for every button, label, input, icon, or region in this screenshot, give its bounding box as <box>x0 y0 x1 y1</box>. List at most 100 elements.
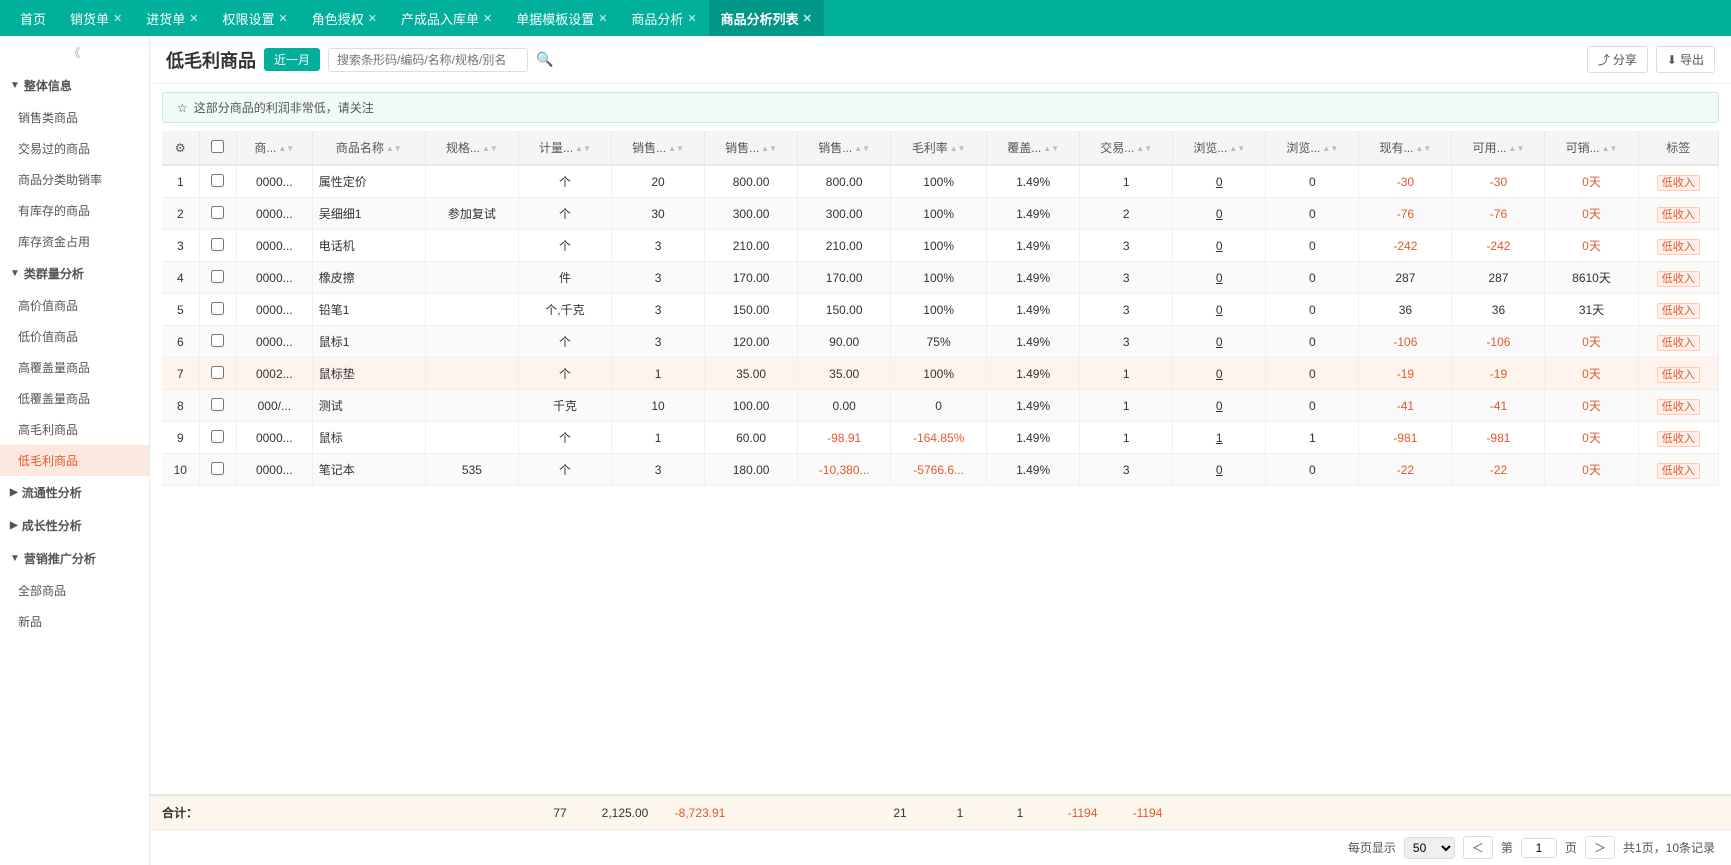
row-checkbox[interactable] <box>211 398 224 411</box>
cell-views1[interactable]: 0 <box>1173 390 1266 422</box>
col-margin[interactable]: 毛利率▲▼ <box>891 131 987 165</box>
cell-checkbox[interactable] <box>199 358 236 390</box>
select-all-checkbox[interactable] <box>211 140 224 153</box>
sidebar-item-all-products[interactable]: 全部商品 <box>0 575 149 606</box>
cell-views1[interactable]: 0 <box>1173 294 1266 326</box>
col-code[interactable]: 商...▲▼ <box>236 131 312 165</box>
cell-checkbox[interactable] <box>199 422 236 454</box>
sidebar-item-new-products[interactable]: 新品 <box>0 606 149 637</box>
cell-name[interactable]: 鼠标垫 <box>312 358 425 390</box>
cell-name[interactable]: 鼠标 <box>312 422 425 454</box>
cell-checkbox[interactable] <box>199 165 236 198</box>
search-button[interactable]: 🔍 <box>536 51 553 68</box>
cell-name[interactable]: 铅笔1 <box>312 294 425 326</box>
sidebar-item-stock-capital[interactable]: 库存资金占用 <box>0 226 149 257</box>
col-coverage[interactable]: 覆盖...▲▼ <box>987 131 1080 165</box>
cell-views1[interactable]: 0 <box>1173 358 1266 390</box>
col-sellable[interactable]: 可销...▲▼ <box>1545 131 1638 165</box>
col-stock[interactable]: 现有...▲▼ <box>1359 131 1452 165</box>
nav-permissions[interactable]: 权限设置 ✕ <box>210 0 299 36</box>
cell-checkbox[interactable] <box>199 262 236 294</box>
nav-product-analysis[interactable]: 商品分析 ✕ <box>619 0 708 36</box>
prev-page-button[interactable]: ＜ <box>1463 836 1493 859</box>
col-available[interactable]: 可用...▲▼ <box>1452 131 1545 165</box>
row-checkbox[interactable] <box>211 174 224 187</box>
cell-views1[interactable]: 0 <box>1173 230 1266 262</box>
sidebar-item-stocked-products[interactable]: 有库存的商品 <box>0 195 149 226</box>
col-checkbox[interactable] <box>199 131 236 165</box>
row-checkbox[interactable] <box>211 366 224 379</box>
cell-name[interactable]: 测试 <box>312 390 425 422</box>
sidebar-item-low-coverage[interactable]: 低覆盖量商品 <box>0 383 149 414</box>
export-button[interactable]: ⬇ 导出 <box>1656 46 1715 73</box>
close-icon[interactable]: ✕ <box>279 12 288 25</box>
nav-role-auth[interactable]: 角色授权 ✕ <box>300 0 389 36</box>
sidebar-collapse-button[interactable]: 《 <box>0 36 149 69</box>
row-checkbox[interactable] <box>211 302 224 315</box>
cell-views1[interactable]: 0 <box>1173 326 1266 358</box>
close-icon[interactable]: ✕ <box>483 12 492 25</box>
close-icon[interactable]: ✕ <box>189 12 198 25</box>
cell-views1[interactable]: 0 <box>1173 165 1266 198</box>
cell-checkbox[interactable] <box>199 230 236 262</box>
nav-template-settings[interactable]: 单据模板设置 ✕ <box>504 0 619 36</box>
sidebar-item-low-margin[interactable]: 低毛利商品 <box>0 445 149 476</box>
sidebar-group-cluster-analysis[interactable]: ▼ 类群量分析 <box>0 257 149 290</box>
sidebar-item-traded-products[interactable]: 交易过的商品 <box>0 133 149 164</box>
cell-name[interactable]: 橡皮擦 <box>312 262 425 294</box>
row-checkbox[interactable] <box>211 238 224 251</box>
cell-name[interactable]: 属性定价 <box>312 165 425 198</box>
sidebar-item-category-sales-rate[interactable]: 商品分类助销率 <box>0 164 149 195</box>
sidebar-group-overview[interactable]: ▼ 整体信息 <box>0 69 149 102</box>
search-input[interactable] <box>328 48 528 72</box>
col-sales-amt[interactable]: 销售...▲▼ <box>705 131 798 165</box>
sidebar-item-sales-products[interactable]: 销售类商品 <box>0 102 149 133</box>
cell-name[interactable]: 鼠标1 <box>312 326 425 358</box>
col-sales-qty[interactable]: 销售...▲▼ <box>612 131 705 165</box>
cell-views1[interactable]: 1 <box>1173 422 1266 454</box>
row-checkbox[interactable] <box>211 462 224 475</box>
row-checkbox[interactable] <box>211 334 224 347</box>
sidebar-item-high-coverage[interactable]: 高覆盖量商品 <box>0 352 149 383</box>
close-icon[interactable]: ✕ <box>368 12 377 25</box>
row-checkbox[interactable] <box>211 206 224 219</box>
cell-views1[interactable]: 0 <box>1173 198 1266 230</box>
nav-home[interactable]: 首页 <box>8 0 58 36</box>
sidebar-item-low-value[interactable]: 低价值商品 <box>0 321 149 352</box>
cell-name[interactable]: 电话机 <box>312 230 425 262</box>
sidebar-item-high-value[interactable]: 高价值商品 <box>0 290 149 321</box>
next-page-button[interactable]: ＞ <box>1585 836 1615 859</box>
cell-views1[interactable]: 0 <box>1173 262 1266 294</box>
col-views1[interactable]: 浏览...▲▼ <box>1173 131 1266 165</box>
sidebar-group-growth[interactable]: ▶ 成长性分析 <box>0 509 149 542</box>
per-page-select[interactable]: 50 100 200 <box>1404 837 1455 859</box>
sidebar-group-circulation[interactable]: ▶ 流通性分析 <box>0 476 149 509</box>
close-icon[interactable]: ✕ <box>687 12 696 25</box>
share-button[interactable]: ⤴ 分享 <box>1587 46 1648 73</box>
cell-checkbox[interactable] <box>199 198 236 230</box>
nav-finished-goods[interactable]: 产成品入库单 ✕ <box>389 0 504 36</box>
nav-purchase-order[interactable]: 进货单 ✕ <box>134 0 210 36</box>
sidebar-item-high-margin[interactable]: 高毛利商品 <box>0 414 149 445</box>
close-icon[interactable]: ✕ <box>598 12 607 25</box>
col-name[interactable]: 商品名称▲▼ <box>312 131 425 165</box>
row-checkbox[interactable] <box>211 430 224 443</box>
close-icon[interactable]: ✕ <box>113 12 122 25</box>
col-transactions[interactable]: 交易...▲▼ <box>1080 131 1173 165</box>
col-unit[interactable]: 计量...▲▼ <box>518 131 611 165</box>
filter-period-button[interactable]: 近一月 <box>264 48 320 71</box>
cell-name[interactable]: 笔记本 <box>312 454 425 486</box>
row-checkbox[interactable] <box>211 270 224 283</box>
nav-sales-order[interactable]: 销货单 ✕ <box>58 0 134 36</box>
col-sales-profit[interactable]: 销售...▲▼ <box>798 131 891 165</box>
cell-views1[interactable]: 0 <box>1173 454 1266 486</box>
sidebar-group-marketing[interactable]: ▼ 营销推广分析 <box>0 542 149 575</box>
col-settings[interactable]: ⚙ <box>162 131 199 165</box>
col-views2[interactable]: 浏览...▲▼ <box>1266 131 1359 165</box>
col-spec[interactable]: 规格...▲▼ <box>425 131 518 165</box>
nav-product-analysis-list[interactable]: 商品分析列表 ✕ <box>709 0 824 36</box>
cell-checkbox[interactable] <box>199 454 236 486</box>
page-number-input[interactable] <box>1521 838 1557 858</box>
cell-name[interactable]: 吴细细1 <box>312 198 425 230</box>
cell-checkbox[interactable] <box>199 390 236 422</box>
